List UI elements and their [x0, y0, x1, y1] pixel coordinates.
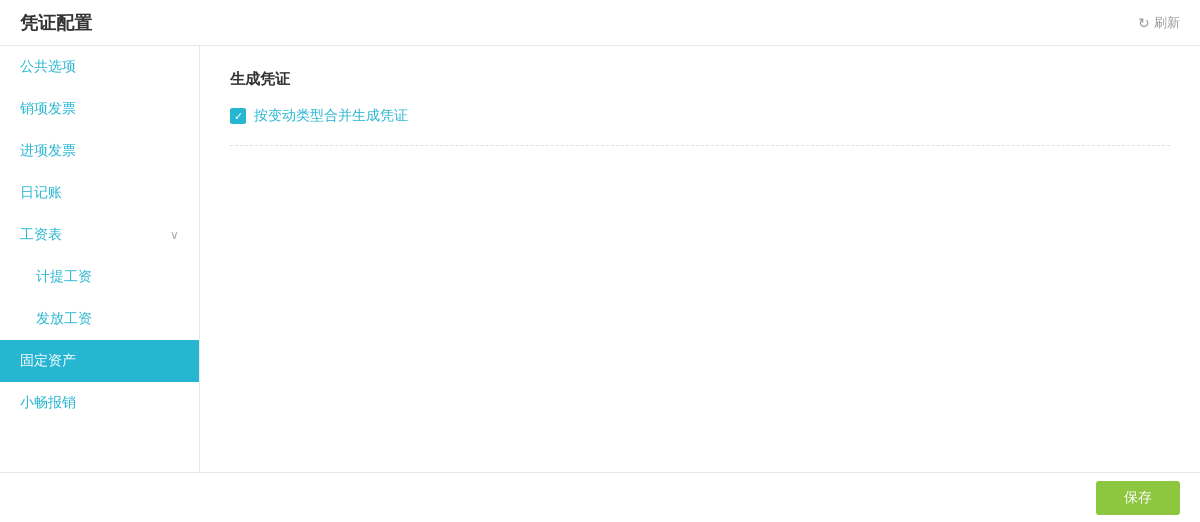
- sidebar-item-fixed-assets[interactable]: 固定资产: [0, 340, 199, 382]
- merge-by-type-checkbox[interactable]: [230, 108, 246, 124]
- content-area: 生成凭证 按变动类型合并生成凭证: [200, 46, 1200, 472]
- checkbox-row: 按变动类型合并生成凭证: [230, 107, 1170, 125]
- header: 凭证配置 ↻ 刷新: [0, 0, 1200, 46]
- sidebar-item-expense-report[interactable]: 小畅报销: [0, 382, 199, 424]
- sidebar-item-label: 销项发票: [20, 100, 76, 118]
- sidebar-item-payroll-calc[interactable]: 计提工资: [0, 256, 199, 298]
- sidebar-item-label: 工资表: [20, 226, 62, 244]
- sidebar-item-purchase-invoice[interactable]: 进项发票: [0, 130, 199, 172]
- save-button[interactable]: 保存: [1096, 481, 1180, 515]
- footer: 保存: [0, 472, 1200, 522]
- refresh-button[interactable]: ↻ 刷新: [1138, 14, 1180, 32]
- sidebar-item-payroll-table[interactable]: 工资表 ∨: [0, 214, 199, 256]
- section-divider: [230, 145, 1170, 146]
- chevron-down-icon: ∨: [170, 228, 179, 242]
- sidebar-item-sales-invoice[interactable]: 销项发票: [0, 88, 199, 130]
- sidebar-item-label: 发放工资: [36, 310, 92, 328]
- sidebar-item-public-options[interactable]: 公共选项: [0, 46, 199, 88]
- refresh-icon: ↻: [1138, 15, 1150, 31]
- sidebar-item-label: 进项发票: [20, 142, 76, 160]
- merge-by-type-label[interactable]: 按变动类型合并生成凭证: [254, 107, 408, 125]
- sidebar-item-label: 固定资产: [20, 352, 76, 370]
- sidebar-item-journal[interactable]: 日记账: [0, 172, 199, 214]
- sidebar-item-label: 公共选项: [20, 58, 76, 76]
- page-title: 凭证配置: [20, 11, 92, 35]
- refresh-label: 刷新: [1154, 14, 1180, 32]
- section-title: 生成凭证: [230, 70, 1170, 89]
- sidebar-item-label: 小畅报销: [20, 394, 76, 412]
- main-layout: 公共选项销项发票进项发票日记账工资表 ∨ 计提工资发放工资固定资产小畅报销 生成凭证…: [0, 46, 1200, 472]
- sidebar-item-payroll-pay[interactable]: 发放工资: [0, 298, 199, 340]
- sidebar-item-label: 计提工资: [36, 268, 92, 286]
- sidebar-item-label: 日记账: [20, 184, 62, 202]
- sidebar: 公共选项销项发票进项发票日记账工资表 ∨ 计提工资发放工资固定资产小畅报销: [0, 46, 200, 472]
